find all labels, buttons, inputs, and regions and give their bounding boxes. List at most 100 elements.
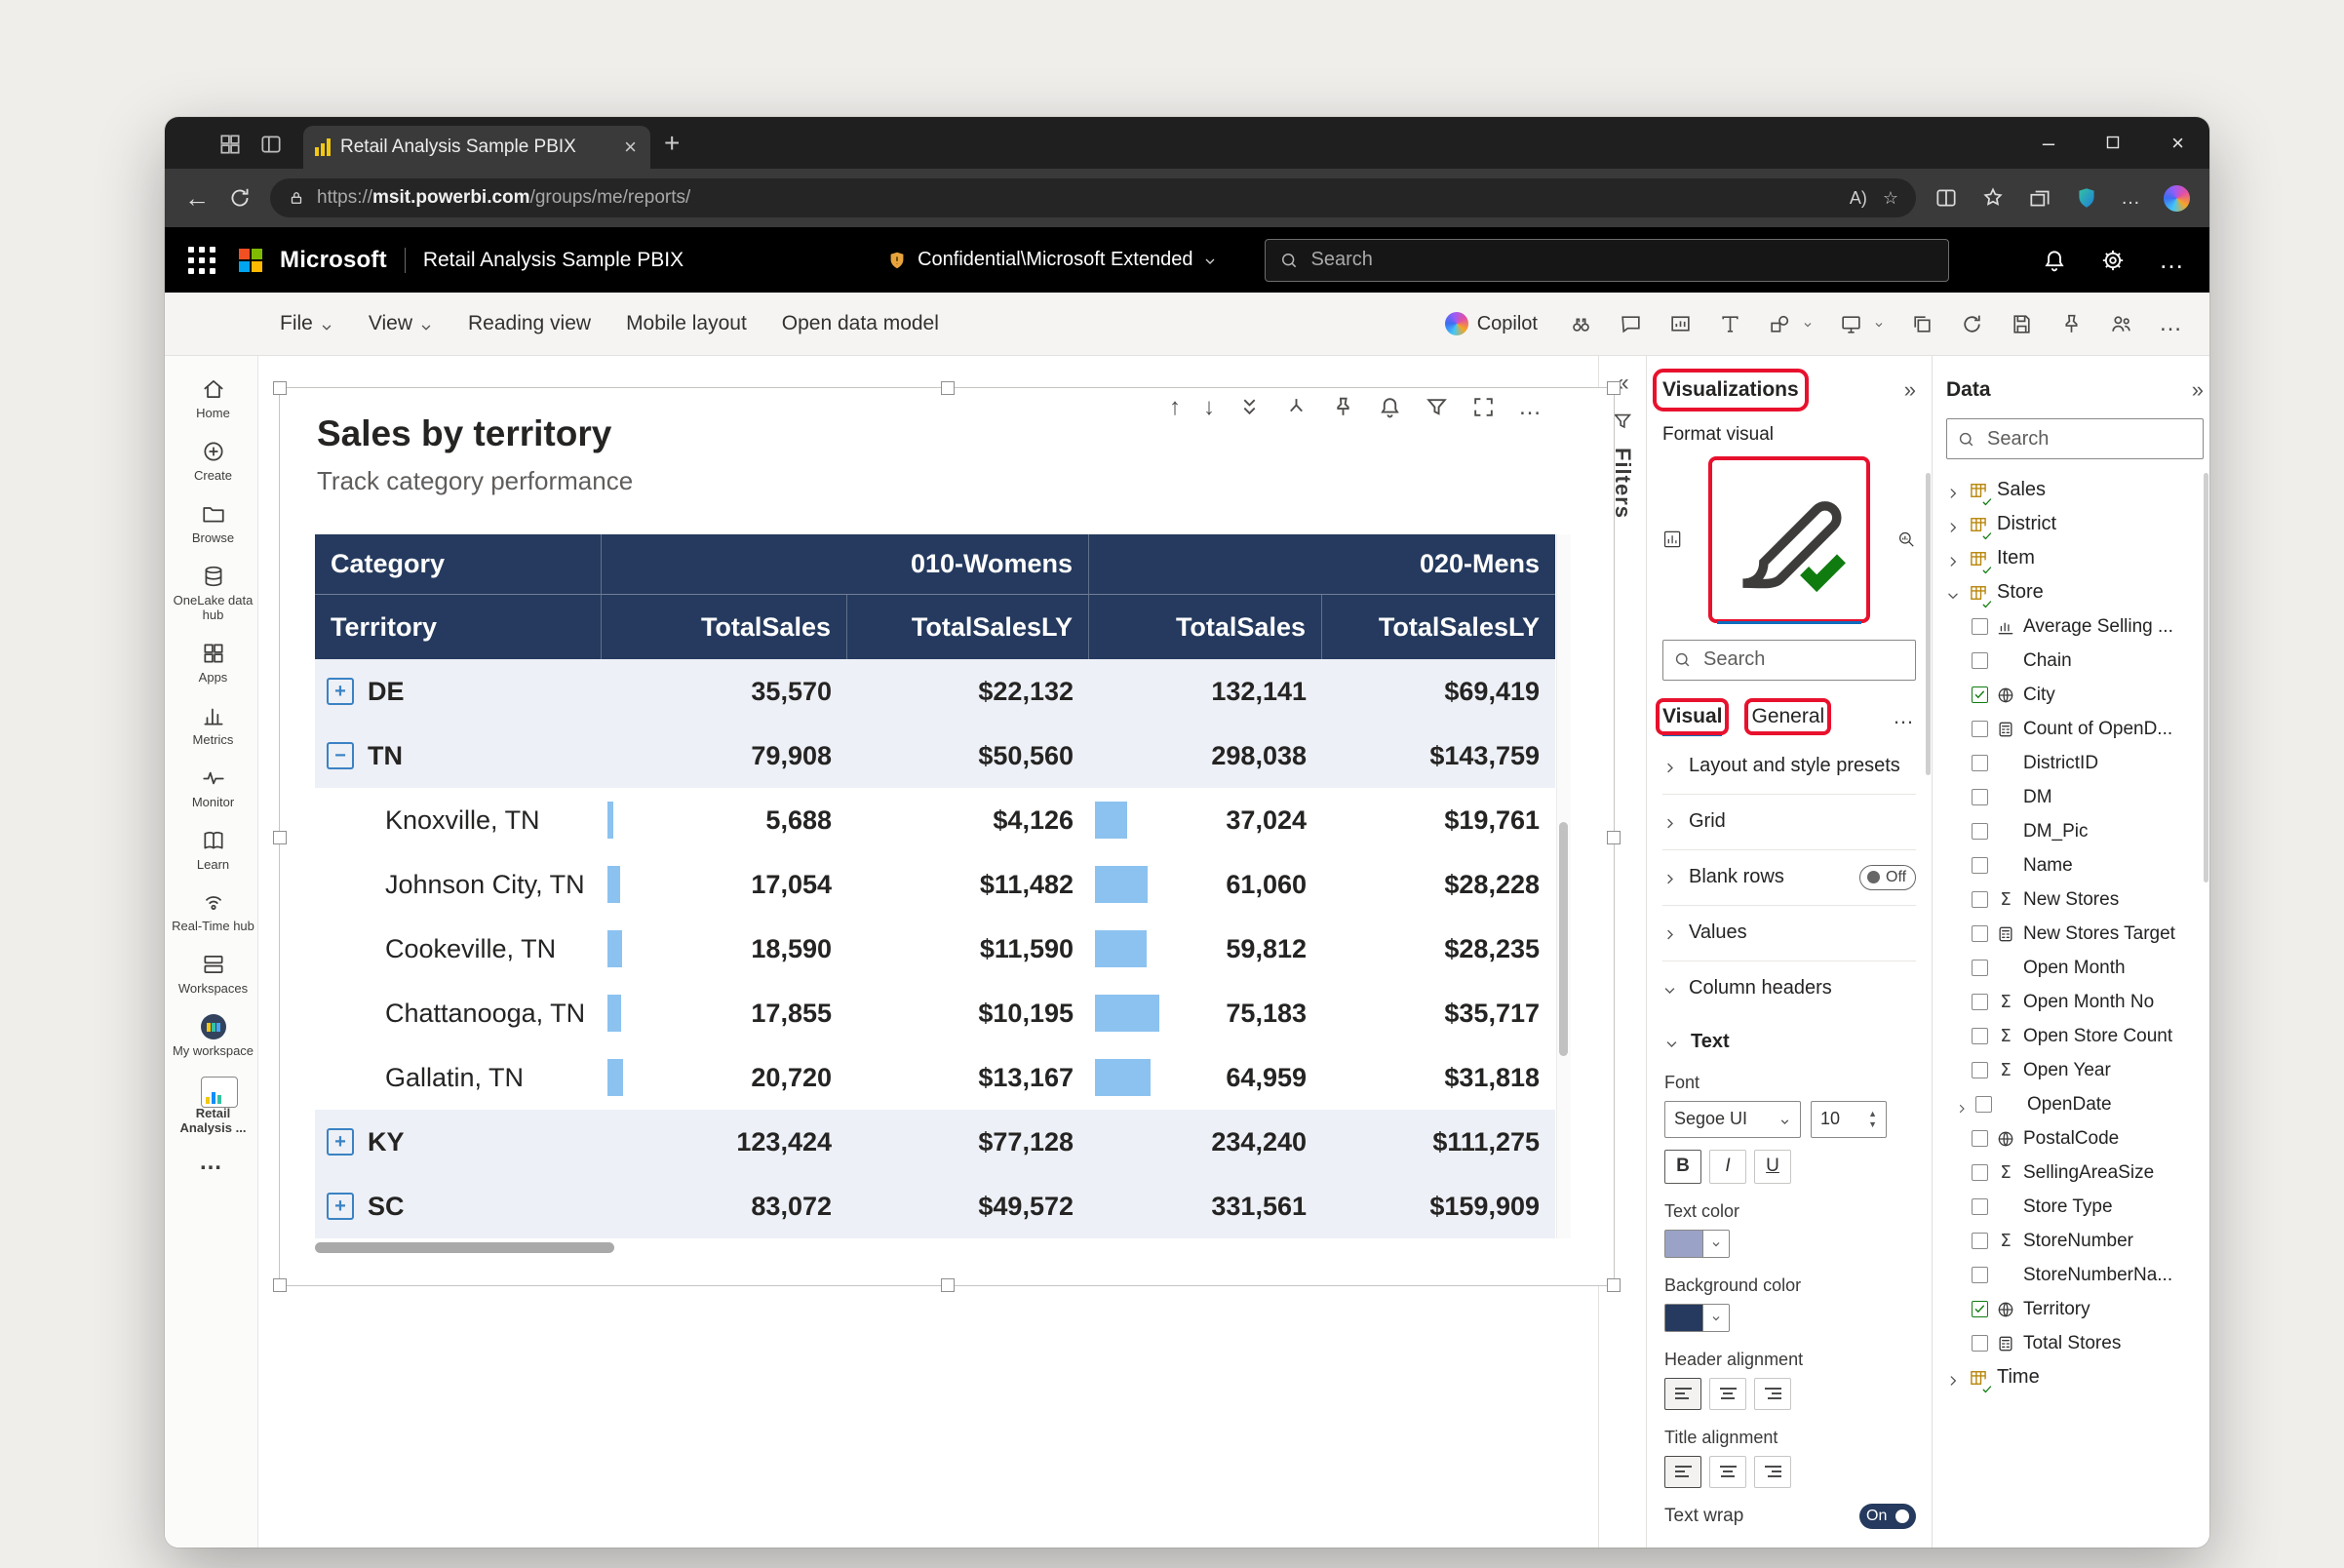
align-left-button[interactable] <box>1664 1378 1701 1410</box>
present-monitor-icon[interactable] <box>1839 312 1863 336</box>
color-dropdown-icon[interactable] <box>1703 1230 1730 1258</box>
chevron-down-icon[interactable] <box>1946 586 1960 600</box>
resize-handle[interactable] <box>941 1278 955 1292</box>
data-field-storenumberna[interactable]: StoreNumberNa... <box>1946 1258 2204 1292</box>
color-swatch[interactable] <box>1664 1304 1703 1332</box>
matrix-row-sc[interactable]: + SC 83,072$49,572331,561$159,909 <box>315 1174 1555 1238</box>
color-dropdown-icon[interactable] <box>1703 1304 1730 1332</box>
data-table-item[interactable]: Item <box>1946 541 2204 575</box>
sidebar-item-apps[interactable]: Apps <box>165 632 261 694</box>
sidebar-item-home[interactable]: Home <box>165 368 261 430</box>
format-visual-icon[interactable] <box>1715 599 1863 615</box>
site-info-lock-icon[interactable] <box>288 189 305 207</box>
column-header[interactable]: TotalSalesLY <box>847 595 1089 659</box>
resize-handle[interactable] <box>1607 1278 1621 1292</box>
app-launcher-icon[interactable] <box>188 247 215 274</box>
data-field-store-type[interactable]: Store Type <box>1946 1190 2204 1224</box>
field-checkbox[interactable] <box>1972 1028 1988 1044</box>
back-icon[interactable]: ← <box>184 185 210 211</box>
font-size-stepper[interactable]: 10▲▼ <box>1811 1101 1887 1138</box>
font-family-select[interactable]: Segoe UI <box>1664 1101 1801 1138</box>
new-tab-button[interactable]: + <box>664 128 680 159</box>
menu-reading-view[interactable]: Reading view <box>468 312 591 335</box>
copilot-icon[interactable] <box>2164 185 2190 212</box>
align-center-button[interactable] <box>1709 1456 1746 1488</box>
read-aloud-icon[interactable]: A) <box>1850 188 1867 209</box>
expand-all-icon[interactable] <box>1237 395 1262 419</box>
data-search[interactable] <box>1946 418 2204 459</box>
menu-mobile-layout[interactable]: Mobile layout <box>626 312 747 335</box>
format-search-input[interactable] <box>1701 647 1905 672</box>
notifications-bell-icon[interactable] <box>2042 248 2067 273</box>
data-field-open-year[interactable]: Σ Open Year <box>1946 1053 2204 1087</box>
tab-visual[interactable]: Visual <box>1662 705 1722 736</box>
resize-handle[interactable] <box>1607 831 1621 844</box>
matrix-row-ky[interactable]: + KY 123,424$77,128234,240$111,275 <box>315 1110 1555 1174</box>
field-checkbox[interactable] <box>1972 1267 1988 1283</box>
data-field-average-selling[interactable]: Average Selling ... <box>1946 609 2204 644</box>
more-options-icon[interactable]: … <box>2159 245 2186 275</box>
browser-tab[interactable]: Retail Analysis Sample PBIX × <box>303 126 650 169</box>
analytics-icon[interactable] <box>1896 520 1916 559</box>
scrollbar-thumb[interactable] <box>1559 822 1568 1056</box>
alert-bell-icon[interactable] <box>1378 395 1402 419</box>
collapse-pane-icon[interactable]: » <box>2192 377 2204 403</box>
sidebar-item-create[interactable]: Create <box>165 430 261 492</box>
search-input[interactable] <box>1309 248 1934 272</box>
matrix-visual[interactable]: Sales by territory Track category perfor… <box>279 387 1615 1286</box>
copilot-button[interactable]: Copilot <box>1445 312 1538 335</box>
bold-button[interactable]: B <box>1664 1150 1701 1184</box>
align-left-button[interactable] <box>1664 1456 1701 1488</box>
global-search[interactable] <box>1265 239 1949 282</box>
field-checkbox[interactable] <box>1972 789 1988 805</box>
matrix-row-cookeville-tn[interactable]: Cookeville, TN 18,590$11,59059,812$28,23… <box>315 917 1555 981</box>
favorites-icon[interactable] <box>1980 185 2006 211</box>
field-checkbox[interactable] <box>1972 1233 1988 1249</box>
field-checkbox[interactable] <box>1972 1062 1988 1078</box>
field-checkbox[interactable] <box>1975 1096 1992 1113</box>
tab-close-icon[interactable]: × <box>622 137 639 158</box>
text-box-icon[interactable] <box>1718 312 1742 336</box>
duplicate-icon[interactable] <box>1910 312 1934 336</box>
refresh-icon[interactable] <box>1960 312 1984 336</box>
data-field-new-stores[interactable]: Σ New Stores <box>1946 882 2204 917</box>
comments-icon[interactable] <box>1619 312 1643 336</box>
field-checkbox[interactable] <box>1972 925 1988 942</box>
section-layout-presets[interactable]: Layout and style presets <box>1662 739 1916 795</box>
field-checkbox[interactable] <box>1972 823 1988 840</box>
drill-mode-icon[interactable] <box>1284 395 1309 419</box>
field-checkbox[interactable] <box>1972 857 1988 874</box>
build-visual-icon[interactable] <box>1662 520 1682 559</box>
section-column-headers[interactable]: Column headers <box>1662 961 1916 1016</box>
sidebar-item-real-time-hub[interactable]: Real-Time hub <box>165 881 261 943</box>
chevron-down-icon[interactable] <box>1873 318 1885 330</box>
collections-icon[interactable] <box>2027 185 2052 211</box>
data-table-store[interactable]: Store <box>1946 575 2204 609</box>
menu-open-data-model[interactable]: Open data model <box>782 312 939 335</box>
resize-handle[interactable] <box>273 831 287 844</box>
tab-more-icon[interactable]: … <box>1893 704 1916 729</box>
vertical-scrollbar[interactable] <box>1556 534 1571 1238</box>
section-blank-rows[interactable]: Blank rows Off <box>1662 850 1916 906</box>
pin-icon[interactable] <box>2059 312 2084 336</box>
expand-toggle-icon[interactable]: + <box>327 1193 354 1220</box>
matrix-row-tn[interactable]: − TN 79,908$50,560298,038$143,759 <box>315 724 1555 788</box>
field-checkbox[interactable] <box>1972 960 1988 976</box>
data-field-new-stores-target[interactable]: New Stores Target <box>1946 917 2204 951</box>
column-header[interactable]: TotalSales <box>1089 595 1322 659</box>
color-swatch[interactable] <box>1664 1230 1703 1258</box>
sidebar-item-metrics[interactable]: Metrics <box>165 694 261 757</box>
format-search[interactable] <box>1662 640 1916 681</box>
text-subsection[interactable]: Text <box>1664 1020 1916 1065</box>
data-field-sellingareasize[interactable]: Σ SellingAreaSize <box>1946 1156 2204 1190</box>
maximize-button[interactable] <box>2105 133 2121 154</box>
data-field-chain[interactable]: Chain <box>1946 644 2204 678</box>
field-checkbox-checked[interactable] <box>1972 1301 1988 1317</box>
sidebar-item-onelake-data-hub[interactable]: OneLake data hub <box>165 555 261 632</box>
chevron-right-icon[interactable] <box>1946 552 1960 566</box>
field-checkbox[interactable] <box>1972 721 1988 737</box>
sidebar-item-monitor[interactable]: Monitor <box>165 757 261 819</box>
resize-handle[interactable] <box>273 1278 287 1292</box>
align-right-button[interactable] <box>1754 1378 1791 1410</box>
shapes-icon[interactable] <box>1768 312 1792 336</box>
